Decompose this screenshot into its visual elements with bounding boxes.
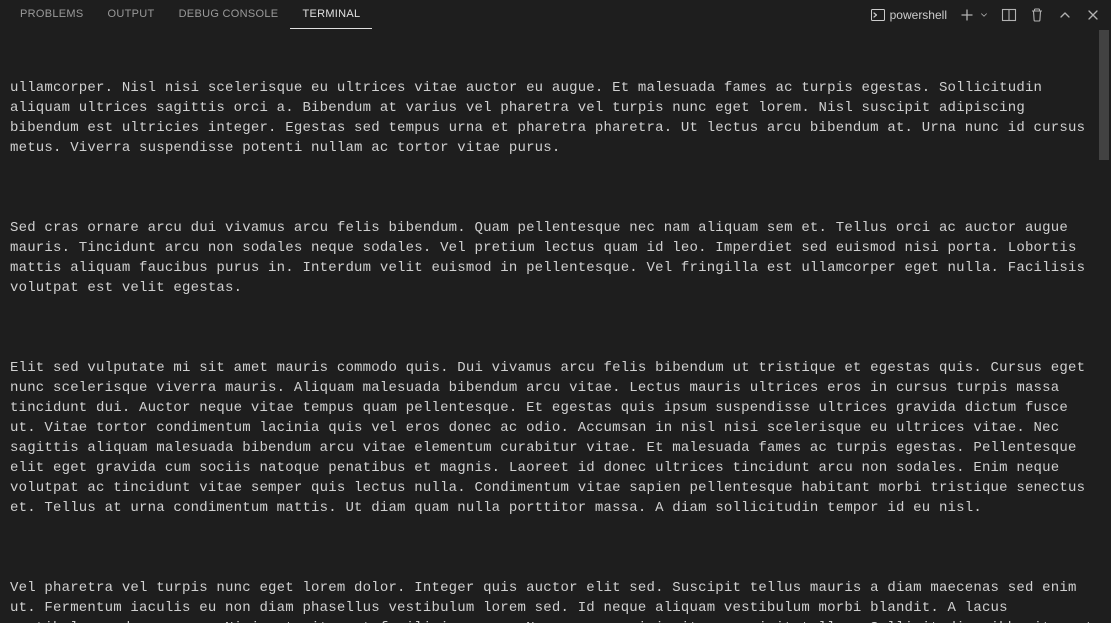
- terminal-line: Sed cras ornare arcu dui vivamus arcu fe…: [10, 218, 1101, 298]
- active-shell-selector[interactable]: powershell: [870, 7, 947, 23]
- kill-terminal-icon[interactable]: [1029, 7, 1045, 23]
- panel-tabs-group: PROBLEMS OUTPUT DEBUG CONSOLE TERMINAL: [8, 0, 372, 29]
- maximize-panel-icon[interactable]: [1057, 7, 1073, 23]
- panel-actions: powershell: [870, 7, 1103, 23]
- tab-output[interactable]: OUTPUT: [96, 0, 167, 29]
- terminal-line: ullamcorper. Nisl nisi scelerisque eu ul…: [10, 78, 1101, 158]
- tab-problems[interactable]: PROBLEMS: [8, 0, 96, 29]
- close-panel-icon[interactable]: [1085, 7, 1101, 23]
- terminal-scrollbar-thumb[interactable]: [1099, 30, 1109, 160]
- terminal-output[interactable]: ullamcorper. Nisl nisi scelerisque eu ul…: [0, 30, 1111, 623]
- active-shell-name: powershell: [890, 8, 947, 22]
- terminal-line: Vel pharetra vel turpis nunc eget lorem …: [10, 578, 1101, 623]
- new-terminal-icon[interactable]: [959, 7, 975, 23]
- tab-terminal[interactable]: TERMINAL: [290, 0, 372, 29]
- terminal-scrollbar-track[interactable]: [1097, 30, 1111, 623]
- tab-debug-console[interactable]: DEBUG CONSOLE: [167, 0, 291, 29]
- terminal-line: Elit sed vulputate mi sit amet mauris co…: [10, 358, 1101, 518]
- shell-profile-icon: [870, 7, 886, 23]
- panel-tab-bar: PROBLEMS OUTPUT DEBUG CONSOLE TERMINAL p…: [0, 0, 1111, 30]
- split-terminal-icon[interactable]: [1001, 7, 1017, 23]
- chevron-down-icon[interactable]: [979, 7, 989, 23]
